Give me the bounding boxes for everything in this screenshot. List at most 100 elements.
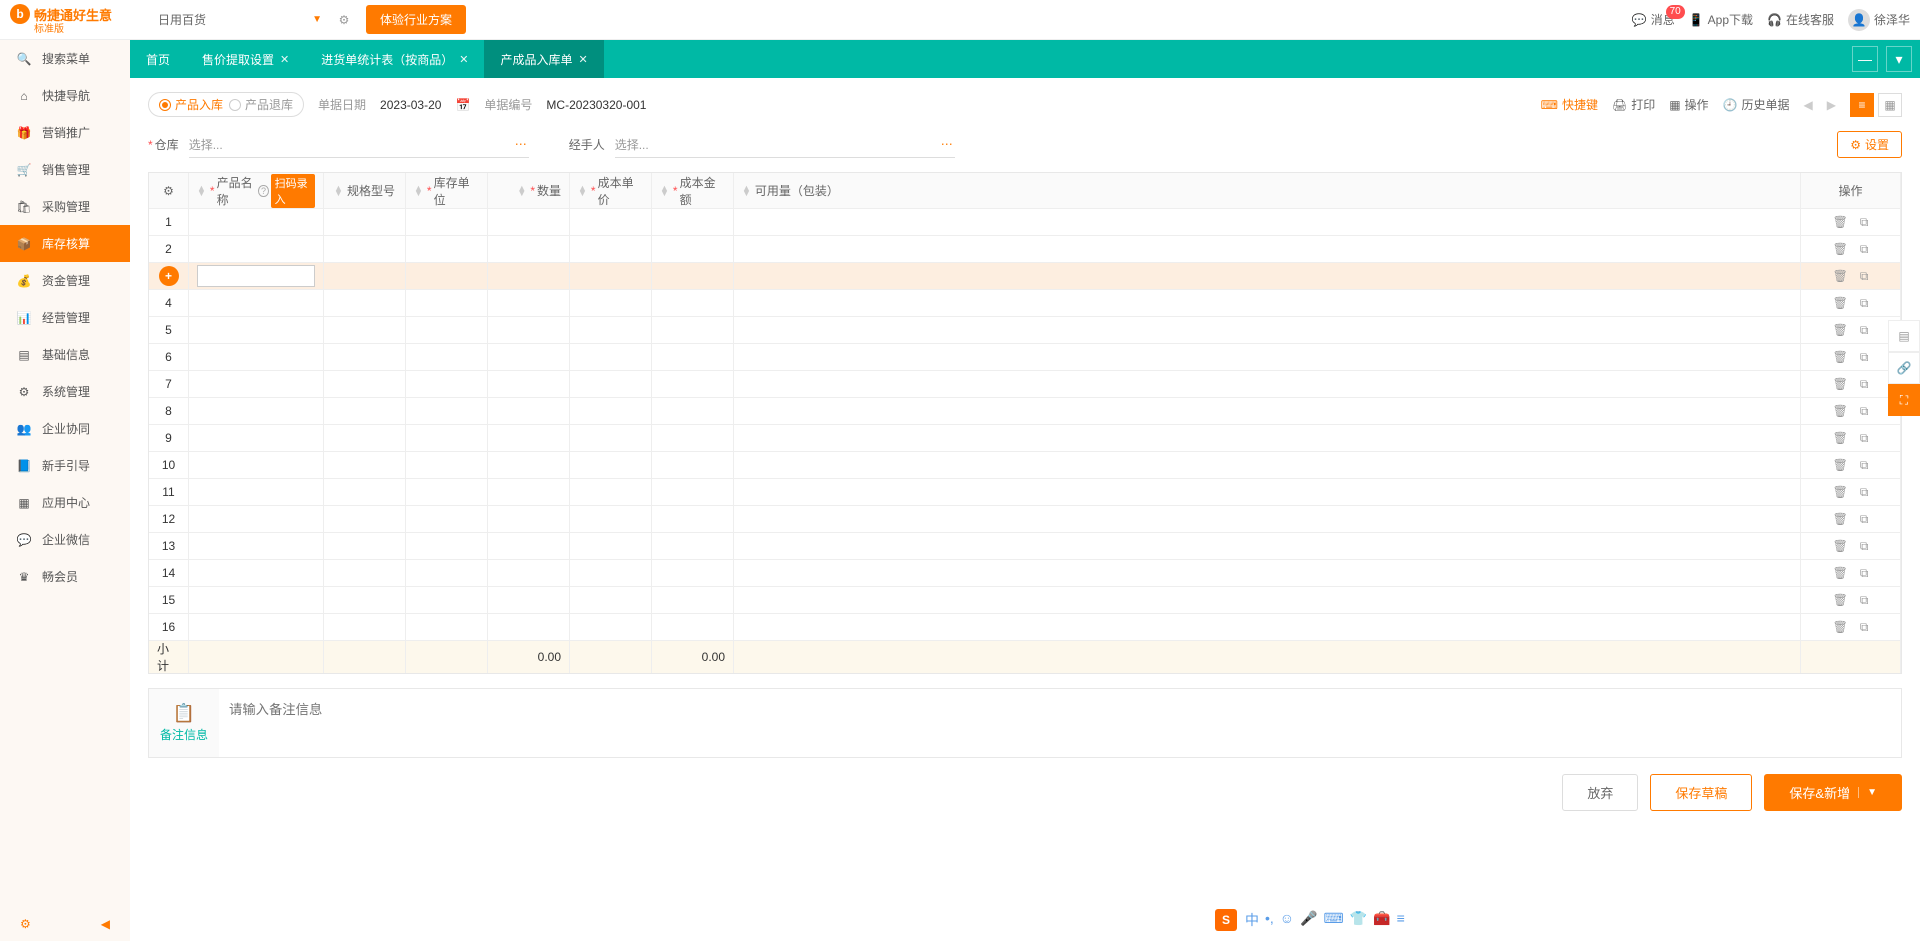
- cell-available[interactable]: [734, 317, 1801, 344]
- sidebar-item-9[interactable]: ⚙系统管理: [0, 373, 130, 410]
- cell-available[interactable]: [734, 614, 1801, 641]
- col-spec[interactable]: ▲▼ 规格型号: [324, 173, 406, 209]
- cell-amount[interactable]: [652, 452, 734, 479]
- table-row[interactable]: 2🗑⧉: [149, 236, 1901, 263]
- cell-unit[interactable]: [406, 452, 488, 479]
- delete-row-icon[interactable]: 🗑: [1833, 593, 1848, 607]
- cell-price[interactable]: [570, 209, 652, 236]
- cell-price[interactable]: [570, 344, 652, 371]
- cell-spec[interactable]: [324, 317, 406, 344]
- delete-row-icon[interactable]: 🗑: [1833, 323, 1848, 337]
- delete-row-icon[interactable]: 🗑: [1833, 377, 1848, 391]
- delete-row-icon[interactable]: 🗑: [1833, 215, 1848, 229]
- cell-spec[interactable]: [324, 506, 406, 533]
- ime-menu-icon[interactable]: ≡: [1397, 910, 1405, 930]
- cell-amount[interactable]: [652, 587, 734, 614]
- cell-amount[interactable]: [652, 533, 734, 560]
- cell-available[interactable]: [734, 209, 1801, 236]
- help-icon[interactable]: ?: [258, 185, 268, 197]
- delete-row-icon[interactable]: 🗑: [1833, 458, 1848, 472]
- product-name-input[interactable]: [197, 265, 315, 287]
- cell-qty[interactable]: [488, 263, 570, 290]
- delete-row-icon[interactable]: 🗑: [1833, 350, 1848, 364]
- copy-row-icon[interactable]: ⧉: [1860, 593, 1869, 608]
- cell-price[interactable]: [570, 479, 652, 506]
- cell-name[interactable]: [189, 560, 324, 587]
- cell-name[interactable]: [189, 587, 324, 614]
- table-row[interactable]: 4🗑⧉: [149, 290, 1901, 317]
- radio-product-out[interactable]: 产品退库: [229, 96, 293, 113]
- cell-unit[interactable]: [406, 560, 488, 587]
- cell-name[interactable]: [189, 371, 324, 398]
- cell-name[interactable]: [189, 263, 324, 290]
- cell-spec[interactable]: [324, 479, 406, 506]
- cell-spec[interactable]: [324, 398, 406, 425]
- ime-voice-icon[interactable]: 🎤: [1300, 910, 1317, 930]
- sidebar-item-6[interactable]: 💰资金管理: [0, 262, 130, 299]
- cell-amount[interactable]: [652, 317, 734, 344]
- cell-spec[interactable]: [324, 344, 406, 371]
- tab-1[interactable]: 售价提取设置✕: [186, 40, 305, 78]
- cell-name[interactable]: [189, 398, 324, 425]
- add-row-icon[interactable]: +: [159, 266, 179, 286]
- table-row[interactable]: 11🗑⧉: [149, 479, 1901, 506]
- user-menu[interactable]: 👤 徐泽华: [1848, 9, 1910, 31]
- cell-available[interactable]: [734, 506, 1801, 533]
- cell-price[interactable]: [570, 506, 652, 533]
- cell-available[interactable]: [734, 398, 1801, 425]
- cell-spec[interactable]: [324, 587, 406, 614]
- cell-spec[interactable]: [324, 452, 406, 479]
- cell-qty[interactable]: [488, 452, 570, 479]
- copy-row-icon[interactable]: ⧉: [1860, 215, 1869, 230]
- cell-qty[interactable]: [488, 614, 570, 641]
- table-row[interactable]: 9🗑⧉: [149, 425, 1901, 452]
- cell-name[interactable]: [189, 290, 324, 317]
- table-row[interactable]: 1🗑⧉: [149, 209, 1901, 236]
- save-and-new-button[interactable]: 保存&新增 ▼: [1764, 774, 1902, 811]
- operate-link[interactable]: ▦ 操作: [1669, 96, 1708, 113]
- cell-price[interactable]: [570, 452, 652, 479]
- copy-row-icon[interactable]: ⧉: [1860, 350, 1869, 365]
- table-row[interactable]: 8🗑⧉: [149, 398, 1901, 425]
- copy-row-icon[interactable]: ⧉: [1860, 404, 1869, 419]
- cell-unit[interactable]: [406, 263, 488, 290]
- cell-spec[interactable]: [324, 614, 406, 641]
- cell-price[interactable]: [570, 236, 652, 263]
- scan-badge[interactable]: 扫码录入: [271, 174, 315, 208]
- table-row[interactable]: 12🗑⧉: [149, 506, 1901, 533]
- cell-amount[interactable]: [652, 614, 734, 641]
- cell-name[interactable]: [189, 317, 324, 344]
- delete-row-icon[interactable]: 🗑: [1833, 512, 1848, 526]
- cell-qty[interactable]: [488, 479, 570, 506]
- cell-unit[interactable]: [406, 371, 488, 398]
- cell-unit[interactable]: [406, 533, 488, 560]
- cell-price[interactable]: [570, 614, 652, 641]
- cell-name[interactable]: [189, 533, 324, 560]
- cell-unit[interactable]: [406, 209, 488, 236]
- cell-available[interactable]: [734, 263, 1801, 290]
- shortcut-link[interactable]: ⌨ 快捷键: [1541, 96, 1598, 113]
- cell-amount[interactable]: [652, 344, 734, 371]
- cell-price[interactable]: [570, 533, 652, 560]
- float-tool-2[interactable]: 🔗: [1888, 352, 1920, 384]
- remark-input[interactable]: [219, 689, 1901, 757]
- cell-qty[interactable]: [488, 209, 570, 236]
- category-select[interactable]: 日用百货 ▼: [150, 6, 330, 34]
- cell-spec[interactable]: [324, 560, 406, 587]
- cell-qty[interactable]: [488, 587, 570, 614]
- cell-name[interactable]: [189, 209, 324, 236]
- sidebar-item-14[interactable]: ♛畅会员: [0, 558, 130, 595]
- copy-row-icon[interactable]: ⧉: [1860, 620, 1869, 635]
- cell-qty[interactable]: [488, 344, 570, 371]
- copy-row-icon[interactable]: ⧉: [1860, 539, 1869, 554]
- cell-price[interactable]: [570, 560, 652, 587]
- close-icon[interactable]: ✕: [280, 53, 289, 66]
- table-row[interactable]: 6🗑⧉: [149, 344, 1901, 371]
- cell-amount[interactable]: [652, 506, 734, 533]
- copy-row-icon[interactable]: ⧉: [1860, 566, 1869, 581]
- sidebar-item-3[interactable]: 🛒销售管理: [0, 151, 130, 188]
- cell-name[interactable]: [189, 236, 324, 263]
- sidebar-collapse-icon[interactable]: ◀: [101, 917, 110, 931]
- handler-select[interactable]: 选择... ⋯: [615, 132, 955, 158]
- table-row[interactable]: 13🗑⧉: [149, 533, 1901, 560]
